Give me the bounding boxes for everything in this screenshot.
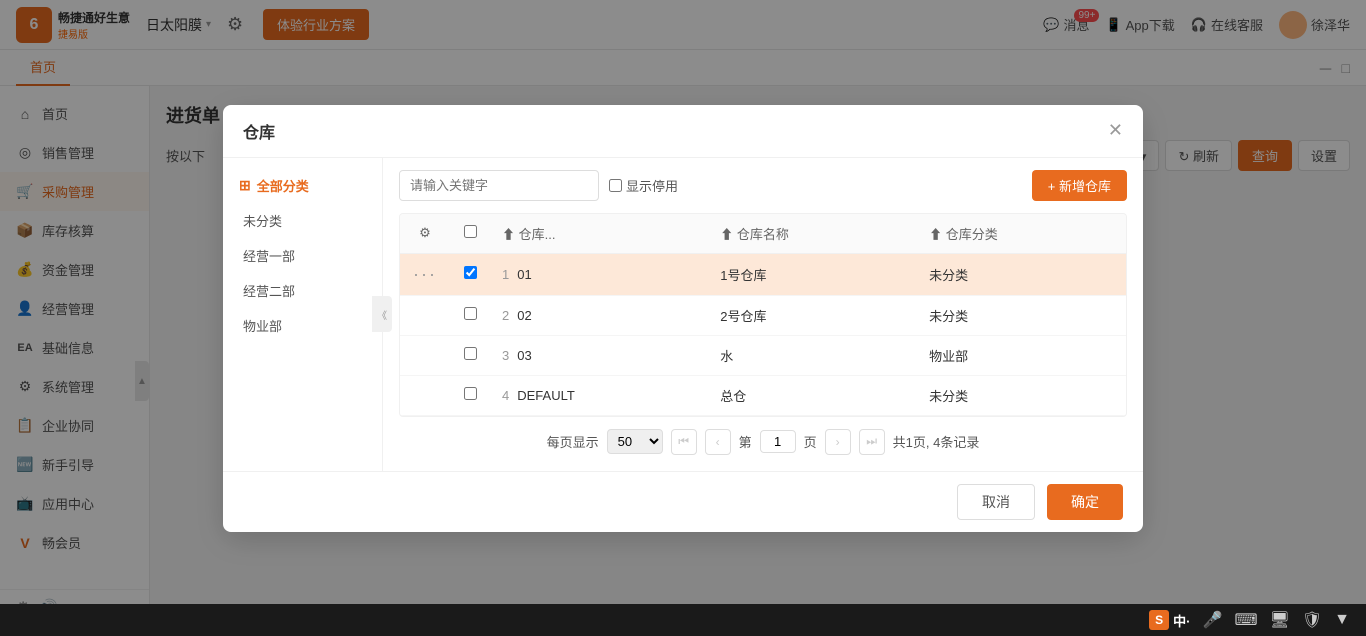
- shield-icon[interactable]: 🛡: [1302, 610, 1322, 630]
- table-header-row: ⚙ ⬆ 仓库... ⬆ 仓库名称 ⬆ 仓库分类: [400, 214, 1126, 254]
- row-category: 未分类: [917, 375, 1126, 415]
- row-num-and-code: 101: [490, 253, 708, 295]
- row-actions: [400, 335, 450, 375]
- row-checkbox-cell: [450, 335, 490, 375]
- category-item-property[interactable]: 物业部: [223, 308, 382, 343]
- col-code: ⬆ 仓库...: [490, 214, 708, 254]
- page-size-select[interactable]: 50 100 200: [607, 429, 663, 454]
- col-check: [450, 214, 490, 254]
- row-checkbox-cell: [450, 253, 490, 295]
- col-name: ⬆ 仓库名称: [708, 214, 917, 254]
- page-total: 共1页, 4条记录: [893, 432, 980, 451]
- warehouse-table: ⚙ ⬆ 仓库... ⬆ 仓库名称 ⬆ 仓库分类: [399, 213, 1127, 417]
- add-warehouse-btn[interactable]: + 新增仓库: [1032, 170, 1127, 201]
- mic-icon[interactable]: 🎤: [1203, 610, 1223, 630]
- row-checkbox-cell: [450, 295, 490, 335]
- category-item-ops2[interactable]: 经营二部: [223, 273, 382, 308]
- row-name: 2号仓库: [708, 295, 917, 335]
- page-size-label: 每页显示: [547, 432, 599, 451]
- modal-close-btn[interactable]: ✕: [1108, 120, 1123, 141]
- table-row[interactable]: 202 2号仓库 未分类: [400, 295, 1126, 335]
- bottom-logo: S 中·: [1149, 610, 1190, 630]
- row-checkbox-cell: [450, 375, 490, 415]
- row-checkbox[interactable]: [464, 387, 477, 400]
- modal-category-header[interactable]: ⊞ 全部分类: [223, 168, 382, 203]
- modal-content: 🔍 显示停用 + 新增仓库 ⚙: [383, 158, 1143, 471]
- category-item-ops1[interactable]: 经营一部: [223, 238, 382, 273]
- row-name: 1号仓库: [708, 253, 917, 295]
- row-checkbox[interactable]: [464, 266, 477, 279]
- next-page-btn[interactable]: ›: [825, 429, 851, 455]
- select-all-checkbox[interactable]: [464, 225, 477, 238]
- arrow-down-icon[interactable]: ▼: [1334, 611, 1350, 629]
- row-checkbox[interactable]: [464, 307, 477, 320]
- modal-body: ⊞ 全部分类 《 未分类 经营一部 经营二部 物业部 🔍: [223, 158, 1143, 471]
- bottom-s-icon: S: [1149, 610, 1169, 630]
- page-input[interactable]: [760, 430, 796, 453]
- search-submit-btn[interactable]: 🔍: [596, 171, 599, 200]
- table-row[interactable]: ··· 101 1号仓库 未分类: [400, 253, 1126, 295]
- col-settings: ⚙: [400, 214, 450, 254]
- row-name: 总仓: [708, 375, 917, 415]
- modal-footer: 取消 确定: [223, 471, 1143, 532]
- page-unit: 页: [804, 432, 817, 451]
- warehouse-modal: 仓库 ✕ ⊞ 全部分类 《 未分类 经营一部 经营二部 物业部: [223, 105, 1143, 532]
- row-num-and-code: 202: [490, 295, 708, 335]
- modal-header: 仓库 ✕: [223, 105, 1143, 158]
- keyboard-icon[interactable]: ⌨: [1234, 610, 1257, 630]
- show-disabled-checkbox[interactable]: [609, 179, 622, 192]
- table-row[interactable]: 4DEFAULT 总仓 未分类: [400, 375, 1126, 415]
- cancel-button[interactable]: 取消: [957, 484, 1035, 520]
- modal-toolbar: 🔍 显示停用 + 新增仓库: [399, 170, 1127, 201]
- modal-category-title: 全部分类: [257, 176, 309, 195]
- row-num-and-code: 303: [490, 335, 708, 375]
- bottom-bar: S 中· 🎤 ⌨ 🖥 🛡 ▼: [0, 604, 1366, 636]
- row-name: 水: [708, 335, 917, 375]
- row-num-and-code: 4DEFAULT: [490, 375, 708, 415]
- prev-page-btn[interactable]: ‹: [705, 429, 731, 455]
- modal-title: 仓库: [243, 119, 275, 143]
- row-actions: [400, 295, 450, 335]
- col-category: ⬆ 仓库分类: [917, 214, 1126, 254]
- bottom-label: 中·: [1173, 611, 1190, 630]
- pagination: 每页显示 50 100 200 ⏮ ‹ 第 页 › ⏭ 共1页, 4条记录: [399, 417, 1127, 459]
- panel-collapse-btn[interactable]: 《: [372, 296, 392, 332]
- row-actions: ···: [400, 253, 450, 295]
- row-category: 物业部: [917, 335, 1126, 375]
- page-text: 第: [739, 432, 752, 451]
- table-row[interactable]: 303 水 物业部: [400, 335, 1126, 375]
- row-actions: [400, 375, 450, 415]
- row-dots-btn[interactable]: ···: [413, 264, 437, 285]
- show-disabled-label[interactable]: 显示停用: [609, 176, 678, 195]
- first-page-btn[interactable]: ⏮: [671, 429, 697, 455]
- row-category: 未分类: [917, 253, 1126, 295]
- last-page-btn[interactable]: ⏭: [859, 429, 885, 455]
- confirm-button[interactable]: 确定: [1047, 484, 1123, 520]
- monitor-icon[interactable]: 🖥: [1270, 610, 1290, 630]
- modal-category-panel: ⊞ 全部分类 《 未分类 经营一部 经营二部 物业部: [223, 158, 383, 471]
- modal-overlay: 仓库 ✕ ⊞ 全部分类 《 未分类 经营一部 经营二部 物业部: [0, 0, 1366, 636]
- row-category: 未分类: [917, 295, 1126, 335]
- row-checkbox[interactable]: [464, 347, 477, 360]
- category-item-unclassified[interactable]: 未分类: [223, 203, 382, 238]
- search-box: 🔍: [399, 170, 599, 201]
- grid-icon: ⊞: [239, 177, 251, 194]
- search-input[interactable]: [400, 172, 596, 199]
